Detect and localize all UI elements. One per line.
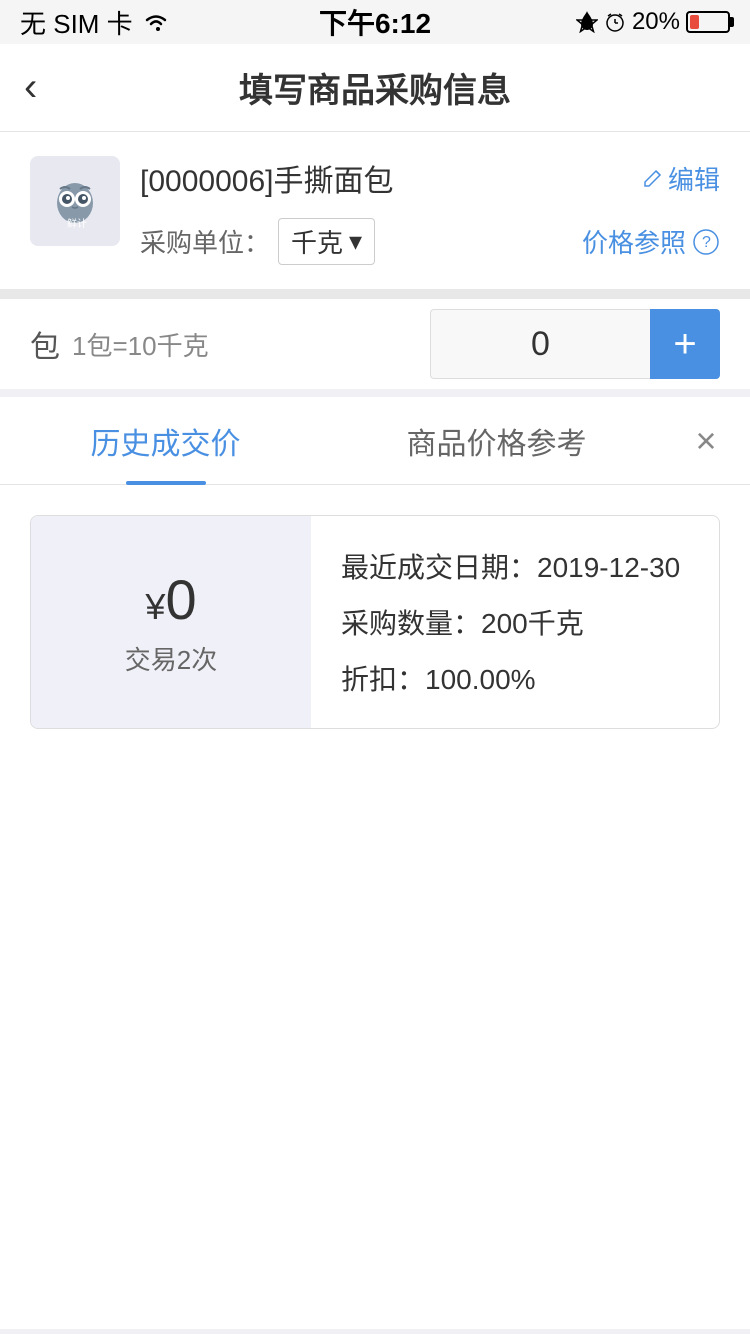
quantity-input[interactable] [430, 309, 650, 379]
status-bar: 无 SIM 卡 下午6:12 20% [0, 0, 750, 44]
quantity-row: 包 1包=10千克 + [0, 299, 750, 389]
nav-bar: ‹ 填写商品采购信息 [0, 44, 750, 132]
status-carrier: 无 SIM 卡 [20, 4, 171, 41]
price-card: ¥0 交易2次 最近成交日期：2019-12-30 采购数量：200千克 折扣：… [30, 515, 720, 729]
product-info: [0000006]手撕面包 编辑 采购单位： 千克 ▾ 价格参照 [140, 156, 720, 265]
discount-row: 折扣：100.00% [341, 658, 689, 698]
question-icon: ? [692, 228, 720, 256]
product-header: [0000006]手撕面包 编辑 [140, 156, 720, 200]
price-right: 最近成交日期：2019-12-30 采购数量：200千克 折扣：100.00% [311, 516, 719, 728]
qty-plus-button[interactable]: + [650, 309, 720, 379]
tab-active-indicator [126, 481, 206, 485]
recent-date-row: 最近成交日期：2019-12-30 [341, 546, 689, 586]
unit-box-label: 包 [30, 322, 60, 366]
location-icon [576, 11, 598, 33]
back-button[interactable]: ‹ [24, 65, 37, 110]
section-divider [0, 289, 750, 299]
alarm-icon [604, 11, 626, 33]
status-right: 20% [576, 8, 730, 36]
tabs-section: 历史成交价 商品价格参考 × ¥0 交易2次 最近成交日期：2019-12-30… [0, 397, 750, 729]
owl-logo-icon: 鲜计 [45, 171, 105, 231]
price-left: ¥0 交易2次 [31, 516, 311, 728]
qty-control: + [430, 309, 720, 379]
price-ref-button[interactable]: 价格参照 ? [582, 223, 720, 260]
product-unit-row: 采购单位： 千克 ▾ 价格参照 ? [140, 218, 720, 265]
svg-text:鲜计: 鲜计 [67, 217, 87, 230]
tabs-header: 历史成交价 商品价格参考 × [0, 397, 750, 485]
tab-close-button[interactable]: × [662, 397, 750, 485]
unit-select[interactable]: 千克 ▾ [278, 218, 375, 265]
bottom-content [0, 729, 750, 1329]
unit-eq: 1包=10千克 [72, 326, 209, 363]
chevron-down-icon: ▾ [349, 226, 362, 257]
price-value: ¥0 [145, 567, 196, 632]
tab-history-price[interactable]: 历史成交价 [0, 397, 331, 485]
status-time: 下午6:12 [319, 2, 431, 42]
product-card: 鲜计 [0000006]手撕面包 编辑 采购单位： 千克 ▾ [0, 132, 750, 289]
edit-button[interactable]: 编辑 [642, 160, 720, 197]
wifi-icon [141, 11, 171, 33]
product-logo: 鲜计 [30, 156, 120, 246]
edit-icon [642, 167, 664, 189]
battery-icon [686, 11, 730, 33]
unit-info: 包 1包=10千克 [30, 322, 209, 366]
quantity-row-detail: 采购数量：200千克 [341, 602, 689, 642]
page-title: 填写商品采购信息 [239, 63, 511, 112]
svg-text:?: ? [702, 234, 711, 251]
product-name: [0000006]手撕面包 [140, 156, 393, 200]
unit-label: 采购单位： 千克 ▾ [140, 218, 375, 265]
price-count: 交易2次 [125, 640, 217, 677]
tab-product-price-ref[interactable]: 商品价格参考 [331, 397, 662, 485]
